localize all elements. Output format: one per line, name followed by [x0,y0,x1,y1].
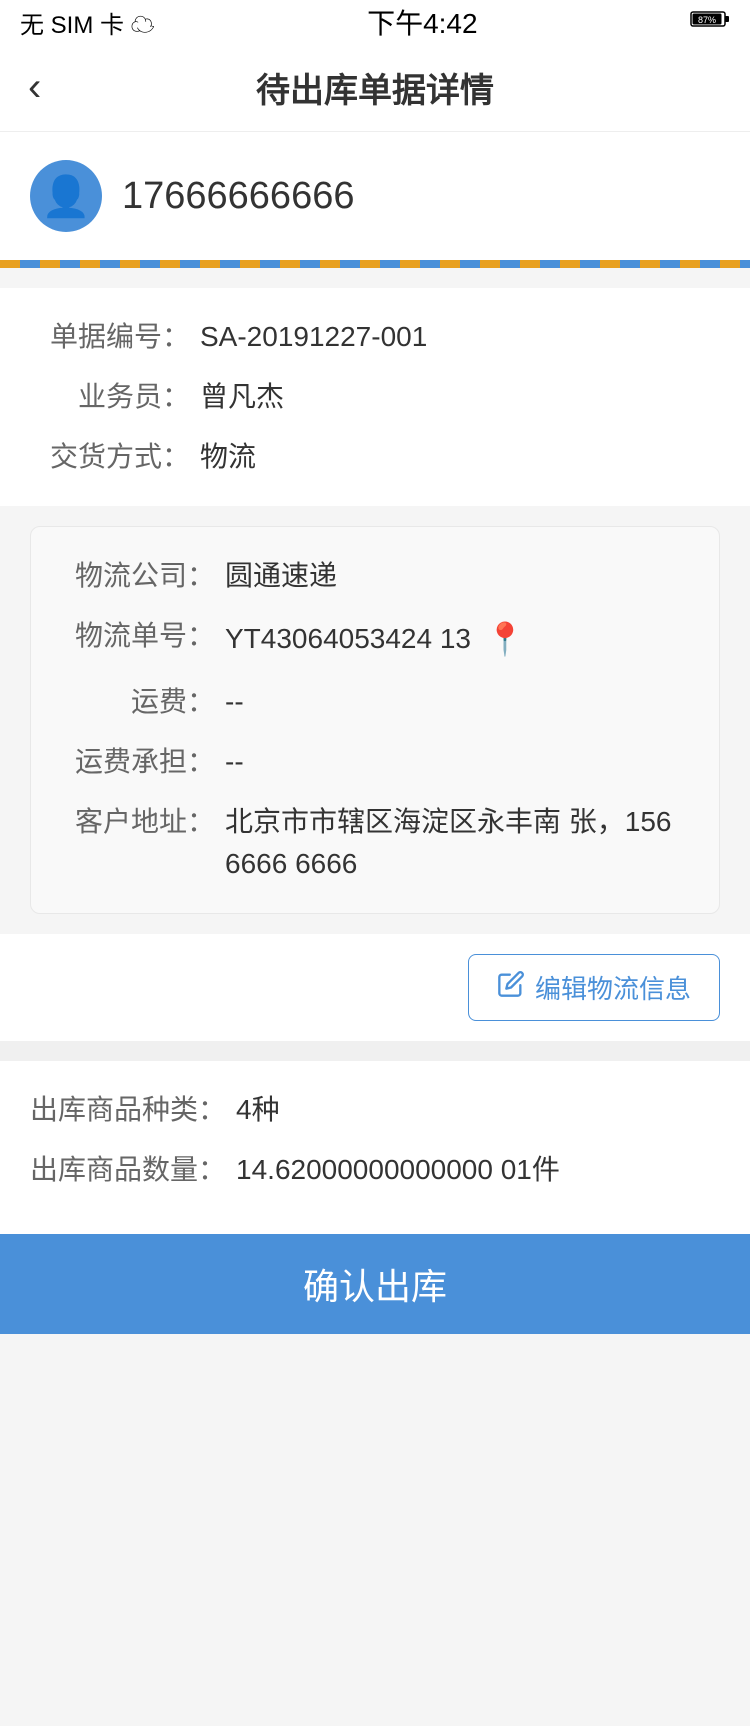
order-info-section: 单据编号： SA-20191227-001 业务员： 曾凡杰 交货方式： 物流 [0,288,750,506]
edit-logistics-label: 编辑物流信息 [535,969,691,1006]
status-left: 无 SIM 卡 ☁ [20,5,155,40]
logistics-company-row: 物流公司： 圆通速递 [55,555,695,597]
freight-row: 运费： -- [55,681,695,723]
product-type-label: 出库商品种类： [30,1089,226,1131]
customer-phone: 17666666666 [122,175,354,218]
product-quantity-value: 14.62000000000000 01件 [236,1149,720,1191]
status-time: 下午4:42 [367,2,478,42]
salesman-label: 业务员： [30,376,190,418]
sim-status: 无 SIM 卡 ☁ [20,5,155,40]
address-row: 客户地址： 北京市市辖区海淀区永丰南 张，156 6666 6666 [55,801,695,885]
tracking-value: YT43064053424 13 📍 [225,615,695,663]
status-right: 87% [690,8,730,36]
product-quantity-row: 出库商品数量： 14.62000000000000 01件 [30,1149,720,1191]
logistics-company-label: 物流公司： [55,555,215,597]
status-bar: 无 SIM 卡 ☁ 下午4:42 87% [0,0,750,44]
freight-bear-row: 运费承担： -- [55,741,695,783]
address-value: 北京市市辖区海淀区永丰南 张，156 6666 6666 [225,801,695,885]
freight-bear-value: -- [225,741,695,783]
order-no-label: 单据编号： [30,316,190,358]
battery-status: 87% [690,8,730,36]
location-icon[interactable]: 📍 [485,615,525,663]
confirm-label: 确认出库 [303,1258,447,1310]
avatar: 👤 [30,160,102,232]
product-type-value: 4种 [236,1089,720,1131]
freight-label: 运费： [55,681,215,723]
delivery-row: 交货方式： 物流 [30,436,720,478]
delivery-label: 交货方式： [30,436,190,478]
section-separator [0,1041,750,1061]
tracking-label: 物流单号： [55,615,215,657]
freight-bear-label: 运费承担： [55,741,215,783]
product-quantity-label: 出库商品数量： [30,1149,226,1191]
product-type-row: 出库商品种类： 4种 [30,1089,720,1131]
delivery-value: 物流 [200,436,720,478]
edit-logistics-button[interactable]: 编辑物流信息 [468,954,720,1021]
nav-bar: ‹ 待出库单据详情 [0,44,750,132]
person-icon: 👤 [41,173,91,220]
dashed-divider [0,260,750,268]
product-info-section: 出库商品种类： 4种 出库商品数量： 14.62000000000000 01件 [0,1061,750,1219]
order-no-value: SA-20191227-001 [200,316,720,358]
salesman-value: 曾凡杰 [200,376,720,418]
edit-logistics-section: 编辑物流信息 [0,934,750,1041]
address-label: 客户地址： [55,801,215,843]
tracking-row: 物流单号： YT43064053424 13 📍 [55,615,695,663]
logistics-section: 物流公司： 圆通速递 物流单号： YT43064053424 13 📍 运费： … [30,526,720,914]
customer-header: 👤 17666666666 [0,132,750,260]
empty-space [0,1326,750,1626]
salesman-row: 业务员： 曾凡杰 [30,376,720,418]
edit-icon [497,970,525,1005]
confirm-button[interactable]: 确认出库 [0,1234,750,1334]
logistics-company-value: 圆通速递 [225,555,695,597]
back-button[interactable]: ‹ [28,65,41,110]
order-no-row: 单据编号： SA-20191227-001 [30,316,720,358]
svg-text:87%: 87% [698,15,716,25]
freight-value: -- [225,681,695,723]
page-title: 待出库单据详情 [256,63,494,112]
